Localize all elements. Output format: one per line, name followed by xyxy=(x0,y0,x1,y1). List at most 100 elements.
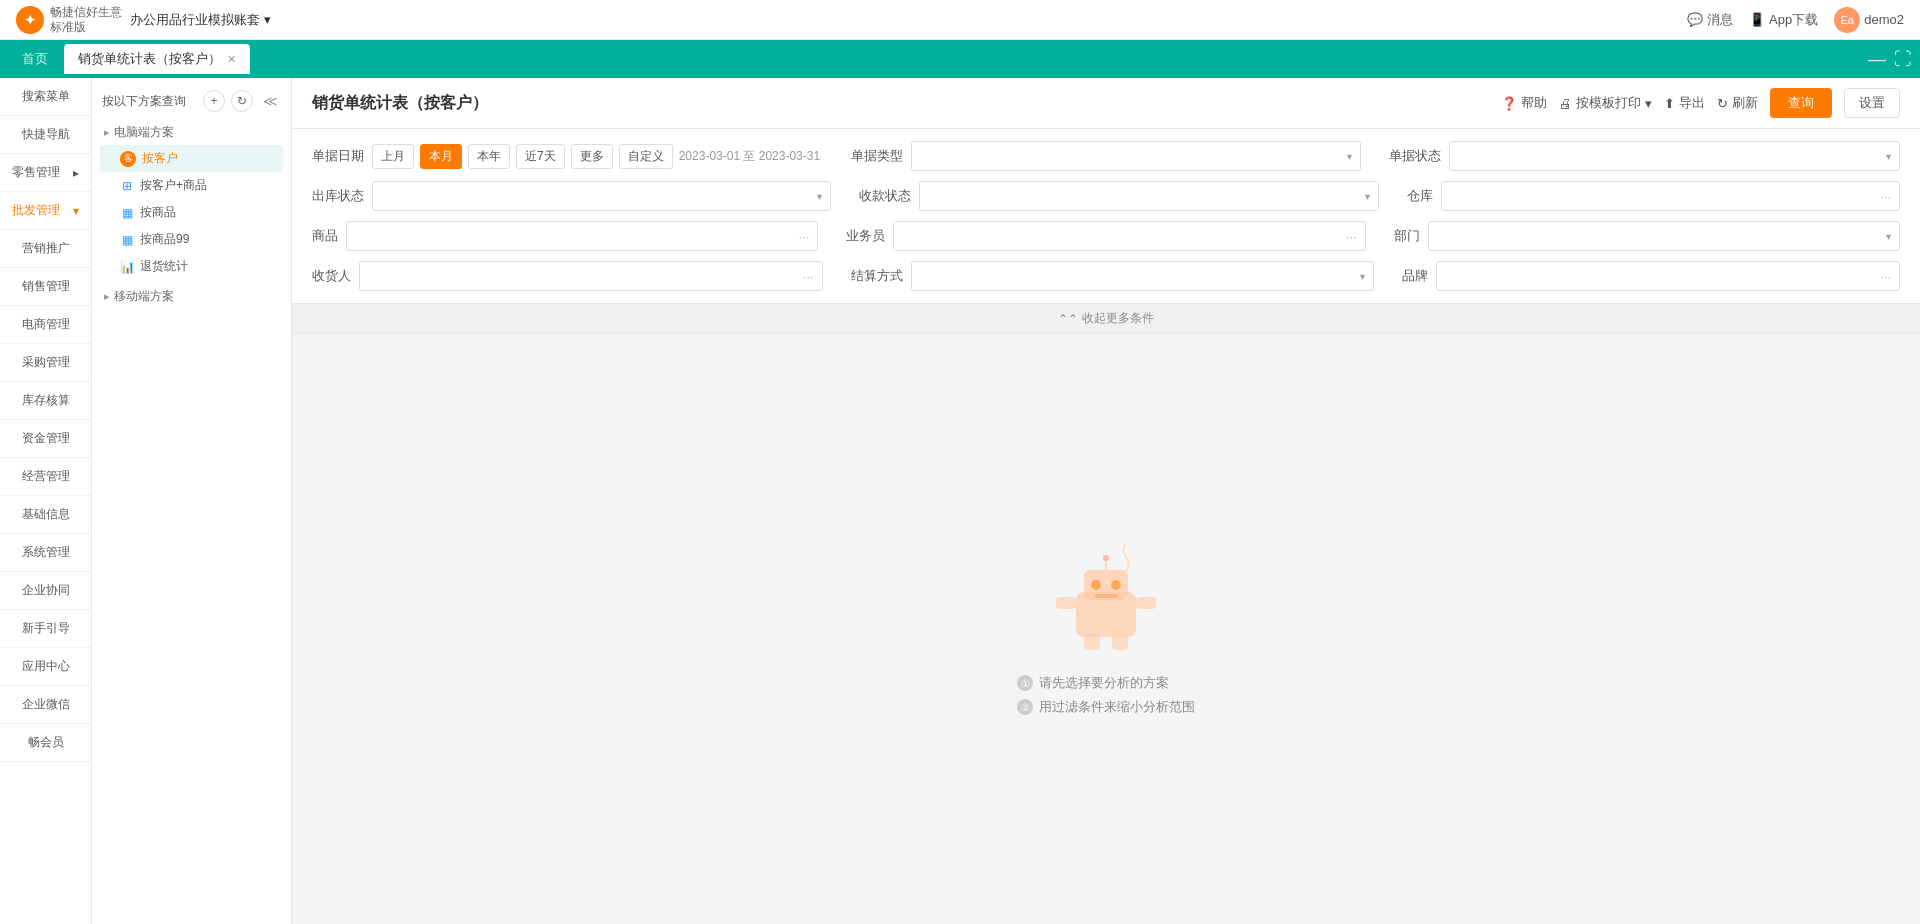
date-btn-last-month[interactable]: 上月 xyxy=(372,144,414,169)
sidebar-item-inventory[interactable]: 库存核算 xyxy=(0,382,91,420)
settlement-select[interactable]: ▾ xyxy=(911,261,1375,291)
scheme-by-customer[interactable]: 客 按客户 xyxy=(100,145,283,172)
scheme-by-goods[interactable]: ▦ 按商品 xyxy=(100,199,283,226)
chevron-right-icon: ▸ xyxy=(73,166,79,180)
help-button[interactable]: ❓ 帮助 xyxy=(1501,94,1547,112)
collect-status-arrow-icon: ▾ xyxy=(1365,191,1370,202)
doc-status-select[interactable]: ▾ xyxy=(1449,141,1900,171)
chart2-icon: 📊 xyxy=(120,260,134,274)
right-panel: 销货单统计表（按客户） ❓ 帮助 🖨 按模板打印 ▾ ⬆ 导出 xyxy=(292,78,1920,924)
doc-type-select[interactable]: ▾ xyxy=(911,141,1362,171)
collapse-bar[interactable]: ⌃⌃ 收起更多条件 xyxy=(292,304,1920,334)
user-menu[interactable]: Ea demo2 xyxy=(1834,7,1904,33)
download-icon: 📱 xyxy=(1749,12,1765,27)
svg-rect-4 xyxy=(1094,594,1118,598)
sidebar-item-basic-info[interactable]: 基础信息 xyxy=(0,496,91,534)
collect-status-label: 收款状态 xyxy=(859,187,911,205)
sidebar-item-finance[interactable]: 资金管理 xyxy=(0,420,91,458)
date-control: 上月 本月 本年 近7天 更多 自定义 2023-03-01 至 2023-03… xyxy=(372,144,823,169)
sidebar-item-retail[interactable]: 零售管理 ▸ xyxy=(0,154,91,192)
svg-rect-10 xyxy=(1112,634,1128,650)
logo-text: 畅捷信好生意 标准版 xyxy=(50,5,122,34)
refresh-button[interactable]: ↻ 刷新 xyxy=(1717,94,1758,112)
page-title: 销货单统计表（按客户） xyxy=(312,93,488,114)
date-btn-custom[interactable]: 自定义 xyxy=(619,144,673,169)
help-icon: ❓ xyxy=(1501,96,1517,111)
export-button[interactable]: ⬆ 导出 xyxy=(1664,94,1705,112)
sidebar-item-operations[interactable]: 经营管理 xyxy=(0,458,91,496)
grid2-icon: ▦ xyxy=(120,233,134,247)
empty-tip-1: ① 请先选择要分析的方案 xyxy=(1017,674,1195,692)
tab-sales-stats[interactable]: 销货单统计表（按客户） ✕ xyxy=(64,44,250,74)
pc-scheme-title[interactable]: ▸ 电脑端方案 xyxy=(100,120,283,145)
warehouse-select[interactable]: ··· xyxy=(1441,181,1900,211)
add-scheme-button[interactable]: + xyxy=(203,90,225,112)
collapse-bar-text: ⌃⌃ 收起更多条件 xyxy=(1058,310,1154,327)
main-layout: 搜索菜单 快捷导航 零售管理 ▸ 批发管理 ▾ 营销推广 销售管理 电商管理 采… xyxy=(0,78,1920,924)
print-icon: 🖨 xyxy=(1559,96,1572,111)
sidebar-item-ecommerce[interactable]: 电商管理 xyxy=(0,306,91,344)
sidebar-item-sales[interactable]: 销售管理 xyxy=(0,268,91,306)
sidebar-item-quick-nav[interactable]: 快捷导航 xyxy=(0,116,91,154)
sidebar-item-members[interactable]: 畅会员 xyxy=(0,724,91,762)
goods-select[interactable]: ··· xyxy=(346,221,818,251)
chevron-down-icon: ▾ xyxy=(264,12,271,27)
content-area: 按以下方案查询 + ↻ ≪ ▸ 电脑端方案 客 按客户 xyxy=(92,78,1920,924)
sidebar-item-system[interactable]: 系统管理 xyxy=(0,534,91,572)
sidebar-item-marketing[interactable]: 营销推广 xyxy=(0,230,91,268)
collect-status-select[interactable]: ▾ xyxy=(919,181,1378,211)
scheme-return-stats[interactable]: 📊 退货统计 xyxy=(100,253,283,280)
date-btn-this-month[interactable]: 本月 xyxy=(420,144,462,169)
scheme-by-goods99[interactable]: ▦ 按商品99 xyxy=(100,226,283,253)
sidebar-item-purchase[interactable]: 采购管理 xyxy=(0,344,91,382)
department-select[interactable]: ▾ xyxy=(1428,221,1900,251)
maximize-button[interactable]: ⛶ xyxy=(1894,49,1912,70)
settings-button[interactable]: 设置 xyxy=(1844,88,1900,118)
sidebar-item-enterprise[interactable]: 企业协同 xyxy=(0,572,91,610)
filter-area: 单据日期 上月 本月 本年 近7天 更多 自定义 2023-03-01 至 20… xyxy=(292,129,1920,304)
doc-status-arrow-icon: ▾ xyxy=(1886,151,1891,162)
settlement-arrow-icon: ▾ xyxy=(1360,271,1365,282)
salesperson-label: 业务员 xyxy=(846,227,885,245)
scheme-customer-goods[interactable]: ⊞ 按客户+商品 xyxy=(100,172,283,199)
query-button[interactable]: 查询 xyxy=(1770,88,1832,118)
chevron-down-icon: ▾ xyxy=(73,204,79,218)
minimize-button[interactable]: — xyxy=(1868,49,1886,70)
doc-status-label: 单据状态 xyxy=(1389,147,1441,165)
settlement-label: 结算方式 xyxy=(851,267,903,285)
date-btn-7days[interactable]: 近7天 xyxy=(516,144,565,169)
date-btn-this-year[interactable]: 本年 xyxy=(468,144,510,169)
date-btn-more[interactable]: 更多 xyxy=(571,144,613,169)
goods-label: 商品 xyxy=(312,227,338,245)
customer-scheme-icon: 客 xyxy=(120,151,136,167)
sidebar-item-newbie[interactable]: 新手引导 xyxy=(0,610,91,648)
left-panel: 按以下方案查询 + ↻ ≪ ▸ 电脑端方案 客 按客户 xyxy=(92,78,292,924)
sidebar-item-wholesale[interactable]: 批发管理 ▾ xyxy=(0,192,91,230)
empty-illustration xyxy=(1046,542,1166,662)
doc-type-label: 单据类型 xyxy=(851,147,903,165)
salesperson-select[interactable]: ··· xyxy=(893,221,1365,251)
date-range: 2023-03-01 至 2023-03-31 xyxy=(679,148,820,165)
grid-icon: ▦ xyxy=(120,206,134,220)
receiver-select[interactable]: ··· xyxy=(359,261,823,291)
collapse-up-icon: ⌃⌃ xyxy=(1058,312,1078,326)
tab-home[interactable]: 首页 xyxy=(8,44,62,74)
sidebar-item-search-menu[interactable]: 搜索菜单 xyxy=(0,78,91,116)
industry-selector[interactable]: 办公用品行业模拟账套 ▾ xyxy=(130,11,271,29)
robot-svg xyxy=(1046,542,1166,662)
message-button[interactable]: 💬 消息 xyxy=(1687,11,1733,29)
empty-tip-2: ② 用过滤条件来缩小分析范围 xyxy=(1017,698,1195,716)
collapse-panel-button[interactable]: ≪ xyxy=(259,90,281,112)
tab-close-icon[interactable]: ✕ xyxy=(227,53,236,66)
refresh-scheme-button[interactable]: ↻ xyxy=(231,90,253,112)
brand-select[interactable]: ··· xyxy=(1436,261,1900,291)
app-download-button[interactable]: 📱 App下载 xyxy=(1749,11,1818,29)
export-icon: ⬆ xyxy=(1664,96,1675,111)
sidebar-item-apps[interactable]: 应用中心 xyxy=(0,648,91,686)
sidebar-item-wechat[interactable]: 企业微信 xyxy=(0,686,91,724)
dept-arrow-icon: ▾ xyxy=(1886,231,1891,242)
out-status-arrow-icon: ▾ xyxy=(817,191,822,202)
out-status-select[interactable]: ▾ xyxy=(372,181,831,211)
print-button[interactable]: 🖨 按模板打印 ▾ xyxy=(1559,94,1652,112)
mobile-scheme-title[interactable]: ▸ 移动端方案 xyxy=(100,284,283,309)
